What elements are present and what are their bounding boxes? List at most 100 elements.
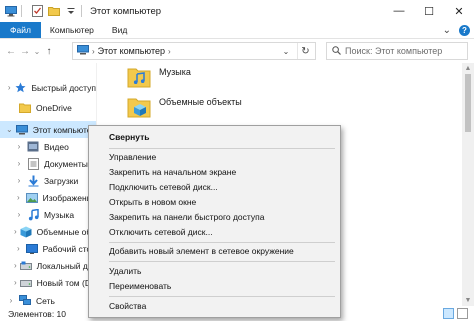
properties-icon[interactable] xyxy=(31,5,43,17)
expand-chevron-icon[interactable]: › xyxy=(6,83,12,92)
expand-ribbon-icon[interactable]: ⌄ xyxy=(443,25,451,36)
scroll-down-icon[interactable]: ▼ xyxy=(462,297,474,304)
menu-separator xyxy=(109,242,335,243)
expand-chevron-icon[interactable]: › xyxy=(14,244,23,253)
new-folder-icon[interactable] xyxy=(48,5,60,17)
title-bar: Этот компьютер — ☐ ✕ xyxy=(0,0,474,22)
menu-item-manage[interactable]: Управление xyxy=(91,150,338,164)
nav-item-onedrive[interactable]: OneDrive xyxy=(0,99,96,116)
large-icons-view-icon[interactable] xyxy=(457,308,468,319)
close-button[interactable]: ✕ xyxy=(444,0,474,22)
search-box[interactable] xyxy=(326,42,468,60)
menu-item-add-network-location[interactable]: Добавить новый элемент в сетевое окружен… xyxy=(91,244,338,258)
menu-item-pin-quick-access[interactable]: Закрепить на панели быстрого доступа xyxy=(91,210,338,224)
nav-label: Этот компьютер xyxy=(32,124,96,135)
tab-file[interactable]: Файл xyxy=(0,22,41,38)
forward-button[interactable]: → xyxy=(18,43,32,59)
nav-item-network[interactable]: › Сеть xyxy=(0,292,96,306)
content-item-label: Объемные объекты xyxy=(159,97,242,107)
search-input[interactable] xyxy=(345,46,465,56)
back-button[interactable]: ← xyxy=(4,43,18,59)
3d-objects-icon xyxy=(20,226,32,238)
expand-chevron-icon[interactable]: › xyxy=(14,278,17,287)
nav-item-documents[interactable]: › Документы xyxy=(0,155,96,172)
menu-item-delete[interactable]: Удалить xyxy=(91,264,338,278)
collapse-chevron-icon[interactable]: ⌄ xyxy=(6,125,13,134)
expand-chevron-icon[interactable]: › xyxy=(14,210,24,219)
computer-icon xyxy=(77,45,89,57)
network-icon xyxy=(19,295,31,307)
divider xyxy=(81,5,82,17)
expand-chevron-icon[interactable]: › xyxy=(14,193,23,202)
menu-item-properties[interactable]: Свойства xyxy=(91,299,338,313)
nav-item-downloads[interactable]: › Загрузки xyxy=(0,172,96,189)
nav-label: Документы xyxy=(44,158,88,169)
expand-chevron-icon[interactable]: › xyxy=(14,159,24,168)
nav-item-desktop[interactable]: › Рабочий стол xyxy=(0,240,96,257)
help-icon[interactable]: ? xyxy=(459,25,470,36)
computer-icon xyxy=(15,124,28,136)
music-folder-icon xyxy=(127,66,153,90)
nav-item-3d-objects[interactable]: › Объемные объекты xyxy=(0,223,96,240)
nav-label: Видео xyxy=(44,141,69,152)
content-item-3d-objects[interactable]: Объемные объекты xyxy=(127,93,242,123)
address-bar[interactable]: › Этот компьютер › ⌄ ↻ xyxy=(72,42,316,60)
menu-separator xyxy=(109,148,335,149)
item-count: Элементов: 10 xyxy=(8,308,66,319)
window-controls: — ☐ ✕ xyxy=(384,0,474,22)
nav-item-video[interactable]: › Видео xyxy=(0,138,96,155)
scroll-up-icon[interactable]: ▲ xyxy=(462,65,474,72)
menu-item-map-network-drive[interactable]: Подключить сетевой диск... xyxy=(91,180,338,194)
music-folder-icon xyxy=(27,208,39,221)
nav-label: Быстрый доступ xyxy=(31,82,96,93)
tab-computer[interactable]: Компьютер xyxy=(41,22,103,38)
expand-chevron-icon[interactable]: › xyxy=(6,296,16,305)
recent-locations-button[interactable]: ⌄ xyxy=(32,43,42,59)
breadcrumb-separator[interactable]: › xyxy=(92,47,95,56)
breadcrumb-this-pc[interactable]: Этот компьютер xyxy=(98,46,165,56)
navigation-pane: › Быстрый доступ OneDrive ⌄ Этот компьют… xyxy=(0,63,96,306)
nav-item-local-disk-c[interactable]: › Локальный диск (C:) xyxy=(0,257,96,274)
address-dropdown-icon[interactable]: ⌄ xyxy=(279,43,293,59)
expand-chevron-icon[interactable]: › xyxy=(14,227,17,236)
nav-item-quick-access[interactable]: › Быстрый доступ xyxy=(0,79,96,96)
details-view-icon[interactable] xyxy=(443,308,454,319)
scrollbar-thumb[interactable] xyxy=(465,74,471,132)
content-item-music[interactable]: Музыка xyxy=(127,63,191,93)
breadcrumb-separator[interactable]: › xyxy=(168,47,171,56)
nav-label: Загрузки xyxy=(44,175,79,186)
nav-item-music[interactable]: › Музыка xyxy=(0,206,96,223)
menu-separator xyxy=(109,261,335,262)
menu-item-pin-to-start[interactable]: Закрепить на начальном экране xyxy=(91,165,338,179)
maximize-button[interactable]: ☐ xyxy=(414,0,444,22)
expand-chevron-icon[interactable]: › xyxy=(14,142,24,151)
nav-item-this-pc[interactable]: ⌄ Этот компьютер xyxy=(0,121,96,138)
vertical-scrollbar[interactable]: ▲ ▼ xyxy=(462,63,474,306)
nav-label: Сеть xyxy=(36,295,55,306)
menu-item-open-new-window[interactable]: Открыть в новом окне xyxy=(91,195,338,209)
3d-objects-icon xyxy=(127,95,153,121)
pictures-folder-icon xyxy=(25,192,38,204)
desktop-folder-icon xyxy=(25,243,38,255)
refresh-icon[interactable]: ↻ xyxy=(297,43,313,59)
nav-item-pictures[interactable]: › Изображения xyxy=(0,189,96,206)
up-button[interactable]: ↑ xyxy=(42,43,56,59)
tab-view[interactable]: Вид xyxy=(103,22,136,38)
divider xyxy=(21,5,22,17)
nav-label: Музыка xyxy=(44,209,75,220)
customize-toolbar-icon[interactable] xyxy=(65,5,77,17)
expand-chevron-icon[interactable]: › xyxy=(14,261,17,270)
menu-separator xyxy=(109,296,335,297)
folder-icon xyxy=(19,102,31,114)
video-folder-icon xyxy=(27,141,39,153)
menu-item-rename[interactable]: Переименовать xyxy=(91,279,338,293)
drive-icon xyxy=(19,277,32,289)
menu-item-disconnect-network-drive[interactable]: Отключить сетевой диск... xyxy=(91,225,338,239)
minimize-button[interactable]: — xyxy=(384,0,414,22)
nav-item-new-volume-d[interactable]: › Новый том (D:) xyxy=(0,274,96,291)
menu-item-collapse[interactable]: Свернуть xyxy=(91,130,338,144)
expand-chevron-icon[interactable]: › xyxy=(14,176,24,185)
window-title: Этот компьютер xyxy=(90,5,162,17)
nav-label: OneDrive xyxy=(36,102,72,113)
drive-icon xyxy=(19,260,32,272)
